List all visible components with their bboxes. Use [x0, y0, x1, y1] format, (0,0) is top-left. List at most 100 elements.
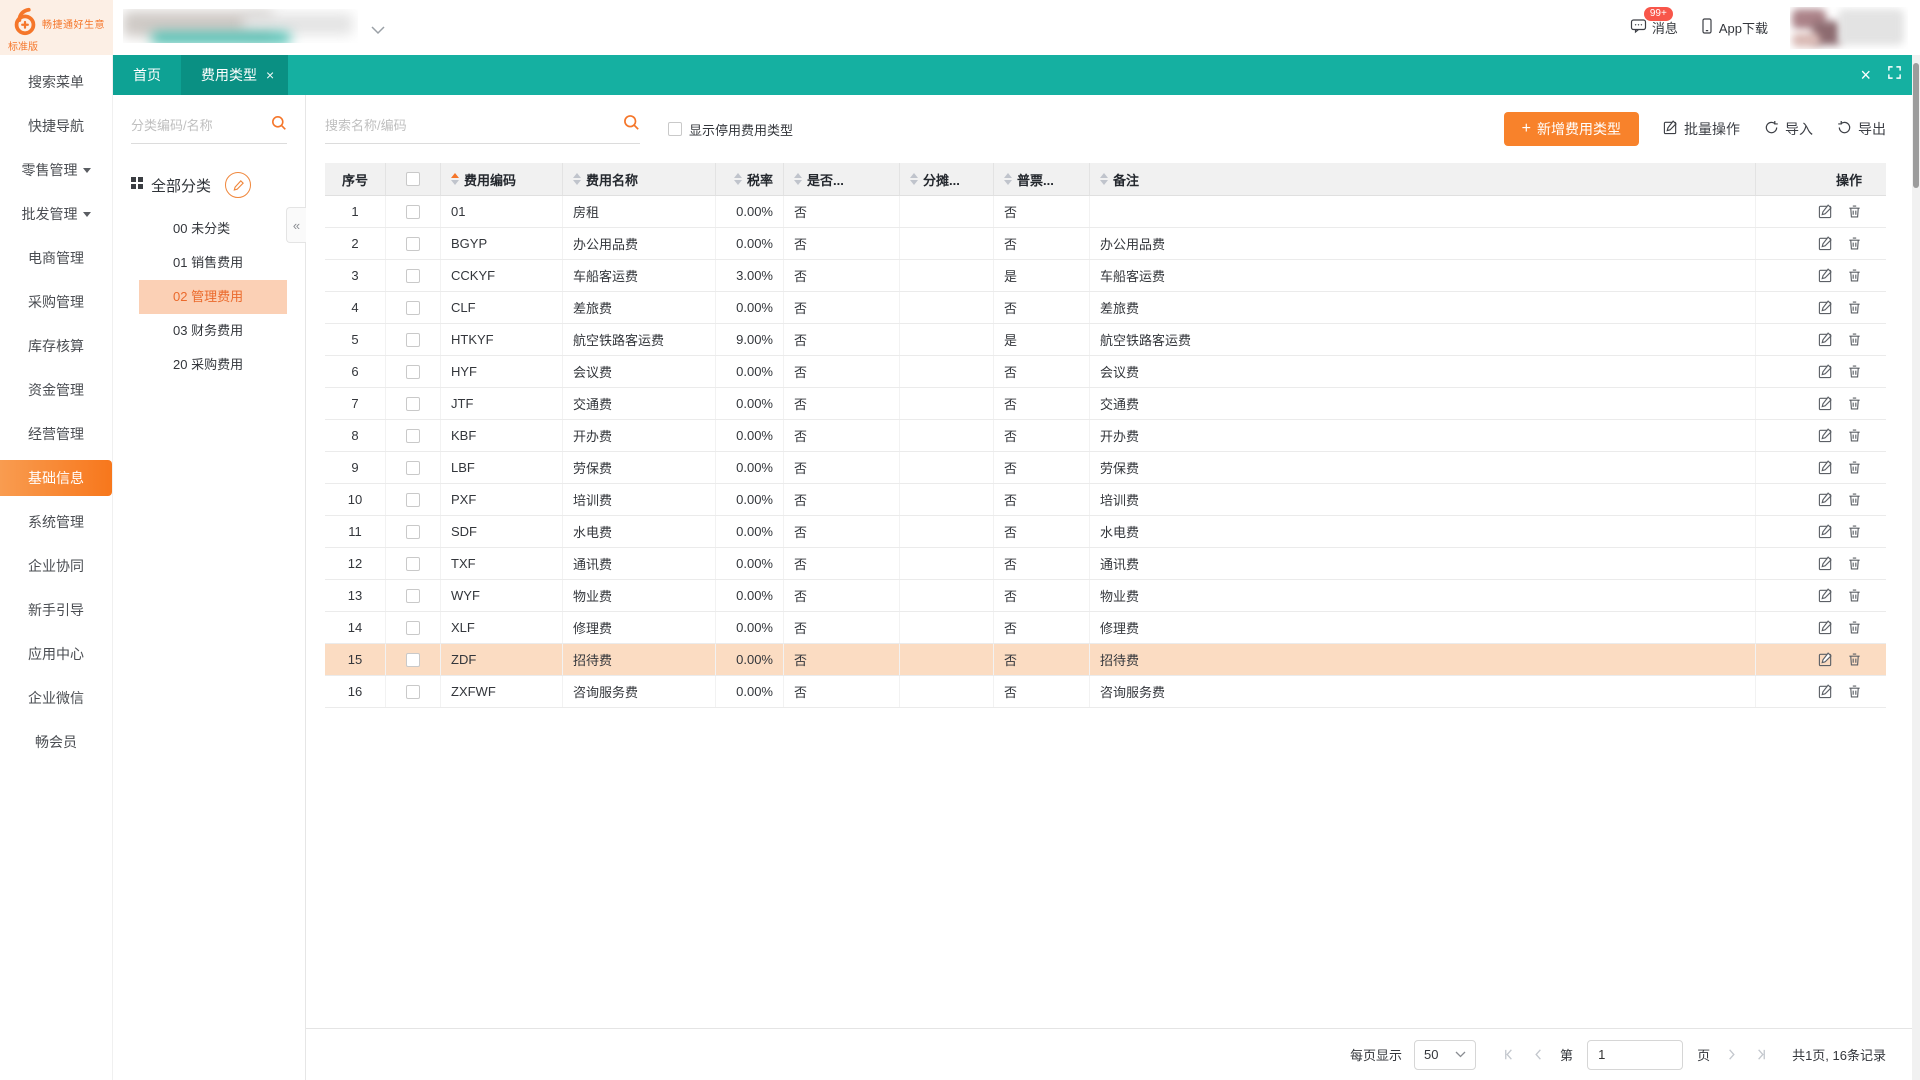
search-icon[interactable] [623, 114, 640, 136]
category-item-uncategorized[interactable]: 00 未分类 [139, 212, 287, 246]
edit-row-button[interactable] [1818, 236, 1833, 251]
edit-categories-button[interactable] [225, 172, 252, 198]
batch-actions-button[interactable]: 批量操作 [1663, 119, 1740, 139]
row-checkbox[interactable] [406, 524, 420, 539]
category-root-row[interactable]: 全部分类 [131, 172, 287, 198]
table-row[interactable]: 6 HYF 会议费 0.00% 否否会议费 [325, 356, 1886, 388]
category-item-management-expense[interactable]: 02 管理费用 [139, 280, 287, 314]
search-icon[interactable] [271, 115, 287, 136]
table-row[interactable]: 14 XLF 修理费 0.00% 否否修理费 [325, 612, 1886, 644]
edit-row-button[interactable] [1818, 364, 1833, 379]
row-checkbox[interactable] [406, 492, 420, 507]
column-header-share[interactable]: 分摊... [900, 163, 994, 195]
delete-row-button[interactable] [1847, 332, 1862, 347]
row-checkbox[interactable] [406, 332, 420, 347]
prev-page-button[interactable] [1531, 1047, 1546, 1062]
column-header-name[interactable]: 费用名称 [563, 163, 716, 195]
row-checkbox[interactable] [406, 396, 420, 411]
sidebar-item-purchase[interactable]: 采购管理 [0, 280, 112, 324]
column-header-invoice[interactable]: 普票... [994, 163, 1090, 195]
import-button[interactable]: 导入 [1764, 119, 1813, 139]
sidebar-item-member[interactable]: 畅会员 [0, 720, 112, 764]
sidebar-item-collaboration[interactable]: 企业协同 [0, 544, 112, 588]
column-header-code[interactable]: 费用编码 [441, 163, 563, 195]
table-row[interactable]: 5 HTKYF 航空铁路客运费 9.00% 否是航空铁路客运费 [325, 324, 1886, 356]
tab-expense-type[interactable]: 费用类型 × [181, 55, 289, 95]
close-all-tabs-icon[interactable]: × [1860, 66, 1871, 84]
column-header-is[interactable]: 是否... [784, 163, 900, 195]
last-page-button[interactable] [1753, 1047, 1768, 1062]
edit-row-button[interactable] [1818, 332, 1833, 347]
category-search-input[interactable] [131, 118, 251, 133]
per-page-select[interactable]: 50 [1414, 1039, 1477, 1070]
table-row[interactable]: 11 SDF 水电费 0.00% 否否水电费 [325, 516, 1886, 548]
row-checkbox[interactable] [406, 684, 420, 699]
sidebar-item-wecom[interactable]: 企业微信 [0, 676, 112, 720]
table-row[interactable]: 9 LBF 劳保费 0.00% 否否劳保费 [325, 452, 1886, 484]
edit-row-button[interactable] [1818, 524, 1833, 539]
edit-row-button[interactable] [1818, 460, 1833, 475]
delete-row-button[interactable] [1847, 428, 1862, 443]
row-checkbox[interactable] [406, 652, 420, 667]
edit-row-button[interactable] [1818, 588, 1833, 603]
edit-row-button[interactable] [1818, 492, 1833, 507]
row-checkbox[interactable] [406, 460, 420, 475]
app-download-button[interactable]: App下载 [1700, 18, 1768, 37]
tab-close-icon[interactable]: × [266, 68, 274, 82]
sidebar-item-inventory[interactable]: 库存核算 [0, 324, 112, 368]
row-checkbox[interactable] [406, 204, 420, 219]
table-row[interactable]: 2 BGYP 办公用品费 0.00% 否否办公用品费 [325, 228, 1886, 260]
edit-row-button[interactable] [1818, 300, 1833, 315]
column-header-tax[interactable]: 税率 [716, 163, 784, 195]
table-row[interactable]: 16 ZXFWF 咨询服务费 0.00% 否否咨询服务费 [325, 676, 1886, 708]
export-button[interactable]: 导出 [1837, 119, 1886, 139]
sidebar-item-system[interactable]: 系统管理 [0, 500, 112, 544]
delete-row-button[interactable] [1847, 684, 1862, 699]
edit-row-button[interactable] [1818, 428, 1833, 443]
table-row[interactable]: 7 JTF 交通费 0.00% 否否交通费 [325, 388, 1886, 420]
delete-row-button[interactable] [1847, 652, 1862, 667]
edit-row-button[interactable] [1818, 396, 1833, 411]
delete-row-button[interactable] [1847, 300, 1862, 315]
table-row[interactable]: 4 CLF 差旅费 0.00% 否否差旅费 [325, 292, 1886, 324]
row-checkbox[interactable] [406, 588, 420, 603]
category-item-finance-expense[interactable]: 03 财务费用 [139, 314, 287, 348]
category-item-purchase-expense[interactable]: 20 采购费用 [139, 348, 287, 382]
messages-button[interactable]: 消息 99+ [1630, 7, 1678, 37]
table-row[interactable]: 10 PXF 培训费 0.00% 否否培训费 [325, 484, 1886, 516]
edit-row-button[interactable] [1818, 620, 1833, 635]
company-name-redacted[interactable] [123, 9, 358, 43]
category-item-sales-expense[interactable]: 01 销售费用 [139, 246, 287, 280]
table-row[interactable]: 13 WYF 物业费 0.00% 否否物业费 [325, 580, 1886, 612]
sidebar-item-ecommerce[interactable]: 电商管理 [0, 236, 112, 280]
table-row[interactable]: 12 TXF 通讯费 0.00% 否否通讯费 [325, 548, 1886, 580]
chevron-down-icon[interactable] [371, 22, 385, 40]
sidebar-item-basic-info[interactable]: 基础信息 [0, 460, 112, 496]
sidebar-item-app-center[interactable]: 应用中心 [0, 632, 112, 676]
column-header-check[interactable] [386, 163, 441, 195]
edit-row-button[interactable] [1818, 204, 1833, 219]
sidebar-item-wholesale[interactable]: 批发管理 [0, 192, 112, 236]
first-page-button[interactable] [1502, 1047, 1517, 1062]
table-row[interactable]: 8 KBF 开办费 0.00% 否否开办费 [325, 420, 1886, 452]
user-avatar-redacted[interactable] [1790, 7, 1908, 49]
table-row[interactable]: 15 ZDF 招待费 0.00% 否否招待费 [325, 644, 1886, 676]
sidebar-item-funds[interactable]: 资金管理 [0, 368, 112, 412]
collapse-panel-button[interactable]: « [286, 207, 306, 243]
sidebar-item-retail[interactable]: 零售管理 [0, 148, 112, 192]
edit-row-button[interactable] [1818, 684, 1833, 699]
edit-row-button[interactable] [1818, 652, 1833, 667]
delete-row-button[interactable] [1847, 620, 1862, 635]
delete-row-button[interactable] [1847, 204, 1862, 219]
row-checkbox[interactable] [406, 300, 420, 315]
delete-row-button[interactable] [1847, 524, 1862, 539]
delete-row-button[interactable] [1847, 588, 1862, 603]
row-checkbox[interactable] [406, 620, 420, 635]
checkbox-icon[interactable] [668, 122, 682, 136]
delete-row-button[interactable] [1847, 556, 1862, 571]
sidebar-item-onboarding[interactable]: 新手引导 [0, 588, 112, 632]
edit-row-button[interactable] [1818, 556, 1833, 571]
delete-row-button[interactable] [1847, 492, 1862, 507]
delete-row-button[interactable] [1847, 364, 1862, 379]
page-number-input[interactable] [1587, 1039, 1684, 1070]
